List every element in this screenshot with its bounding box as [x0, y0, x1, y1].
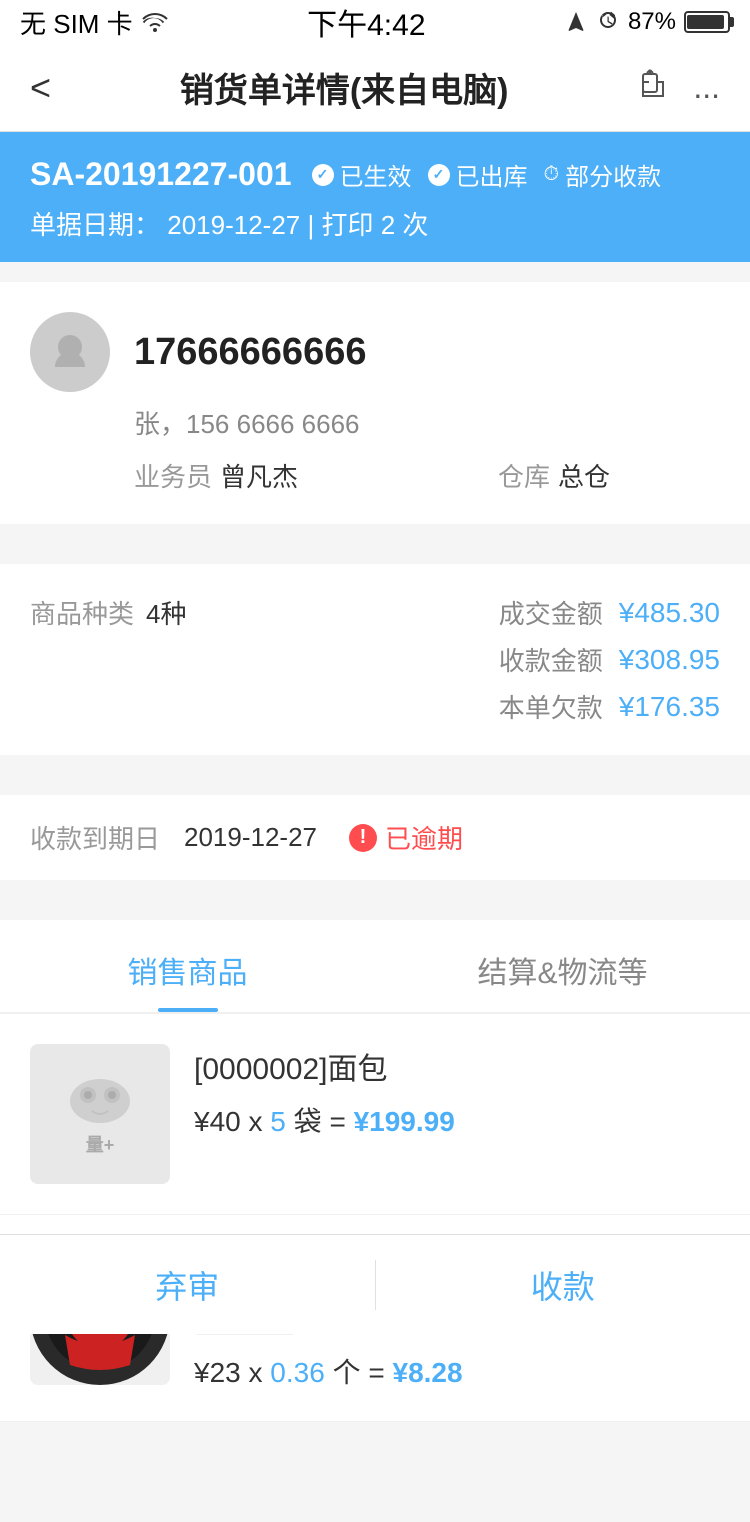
products-list: 量+ [0000002]面包 ¥40 x 5 袋 = ¥199.99 — [0, 1014, 750, 1422]
cancel-button[interactable]: 弃审 — [0, 1242, 375, 1328]
print-count: 2 — [381, 210, 395, 240]
due-date-value: 2019-12-27 — [184, 822, 317, 853]
category-value: 4种 — [146, 594, 186, 631]
product-price-row-2: ¥23 x 0.36 个 = ¥8.28 — [194, 1351, 720, 1391]
received-label: 收款金额 — [499, 641, 603, 678]
divider-3 — [0, 880, 750, 900]
amount-row: 成交金额 ¥485.30 — [499, 594, 720, 631]
due-label: 收款到期日 — [30, 819, 160, 856]
product-unit-2: 个 — [333, 1357, 361, 1388]
overdue-icon: ! — [349, 824, 377, 852]
product-total-1: ¥199.99 — [354, 1106, 455, 1137]
battery-icon — [684, 11, 730, 33]
check-icon-1 — [312, 164, 334, 186]
alarm-icon — [596, 10, 620, 34]
debt-value: ¥176.35 — [619, 691, 720, 723]
debt-label: 本单欠款 — [499, 688, 603, 725]
product-eq-2: = — [368, 1357, 392, 1388]
status-left: 无 SIM 卡 — [20, 4, 169, 41]
order-banner: SA-20191227-001 已生效 已出库 ⏱ 部分收款 单据日期： 201… — [0, 132, 750, 262]
amount-label: 成交金额 — [499, 594, 603, 631]
more-icon[interactable]: ... — [693, 69, 720, 106]
print-label: | 打印 — [307, 210, 373, 240]
product-qty-2: 0.36 — [270, 1357, 325, 1388]
sales-label: 业务员 — [134, 457, 212, 494]
carrier-text: 无 SIM 卡 — [20, 4, 133, 41]
tabs-header: 销售商品 结算&物流等 — [0, 920, 750, 1014]
product-info-1: [0000002]面包 ¥40 x 5 袋 = ¥199.99 — [194, 1044, 720, 1140]
divider-1 — [0, 524, 750, 544]
customer-section: 17666666666 张，156 6666 6666 业务员 曾凡杰 仓库 总… — [0, 282, 750, 524]
status-effective: 已生效 — [312, 157, 412, 192]
date-label: 单据日期： — [30, 210, 160, 240]
date-value: 2019-12-27 — [167, 210, 300, 240]
time-display: 下午4:42 — [307, 0, 425, 44]
clock-icon: ⏱ — [544, 163, 560, 186]
nav-bar: < 销货单详情(来自电脑) ... — [0, 44, 750, 132]
debt-row: 本单欠款 ¥176.35 — [499, 688, 720, 725]
category-info: 商品种类 4种 — [30, 594, 186, 631]
bottom-spacer — [0, 1422, 750, 1522]
status-bar: 无 SIM 卡 下午4:42 87% — [0, 0, 750, 44]
status-tags: 已生效 已出库 ⏱ 部分收款 — [312, 157, 662, 192]
battery-text: 87% — [628, 8, 676, 36]
wifi-icon — [141, 12, 169, 32]
product-qty-1: 5 — [270, 1106, 286, 1137]
product-price-1: ¥40 — [194, 1106, 241, 1137]
customer-avatar — [30, 312, 110, 392]
received-row: 收款金额 ¥308.95 — [499, 641, 720, 678]
tab-sales-products[interactable]: 销售商品 — [0, 920, 375, 1012]
order-date-row: 单据日期： 2019-12-27 | 打印 2 次 — [30, 205, 720, 242]
confirm-button[interactable]: 收款 — [376, 1242, 750, 1328]
share-icon[interactable] — [637, 68, 669, 108]
back-button[interactable]: < — [30, 67, 51, 109]
gps-icon — [564, 10, 588, 34]
summary-section: 商品种类 4种 成交金额 ¥485.30 收款金额 ¥308.95 本单欠款 ¥… — [0, 564, 750, 755]
tabs-section: 销售商品 结算&物流等 量+ [00 — [0, 920, 750, 1422]
product-price-row-1: ¥40 x 5 袋 = ¥199.99 — [194, 1100, 720, 1140]
nav-actions: ... — [637, 68, 720, 108]
product-price-2: ¥23 — [194, 1357, 241, 1388]
page-title: 销货单详情(来自电脑) — [180, 63, 509, 112]
amount-value: ¥485.30 — [619, 597, 720, 629]
product-x-2: x — [249, 1357, 271, 1388]
overdue-text: 已逾期 — [385, 819, 463, 856]
product-name-1: [0000002]面包 — [194, 1044, 720, 1088]
divider-2 — [0, 755, 750, 775]
overdue-badge: ! 已逾期 — [349, 819, 463, 856]
amount-info: 成交金额 ¥485.30 收款金额 ¥308.95 本单欠款 ¥176.35 — [499, 594, 720, 725]
customer-phone: 17666666666 — [134, 331, 366, 374]
status-right: 87% — [564, 8, 730, 36]
due-date-section: 收款到期日 2019-12-27 ! 已逾期 — [0, 795, 750, 880]
product-thumb-1: 量+ — [30, 1044, 170, 1184]
tab-settlement[interactable]: 结算&物流等 — [375, 920, 750, 1012]
product-eq-1: = — [329, 1106, 353, 1137]
category-label: 商品种类 — [30, 594, 134, 631]
product-total-2: ¥8.28 — [393, 1357, 463, 1388]
sales-value: 曾凡杰 — [220, 457, 298, 494]
warehouse-value: 总仓 — [558, 457, 610, 494]
customer-name-detail: 张，156 6666 6666 — [134, 404, 720, 441]
status-partial-payment: ⏱ 部分收款 — [544, 157, 662, 192]
order-id: SA-20191227-001 — [30, 156, 292, 193]
bottom-bar: 弃审 收款 — [0, 1234, 750, 1334]
product-item-1: 量+ [0000002]面包 ¥40 x 5 袋 = ¥199.99 — [0, 1014, 750, 1215]
received-value: ¥308.95 — [619, 644, 720, 676]
check-icon-2 — [428, 164, 450, 186]
print-suffix: 次 — [402, 210, 428, 240]
status-shipped: 已出库 — [428, 157, 528, 192]
warehouse-label: 仓库 — [498, 457, 550, 494]
product-x-1: x — [249, 1106, 271, 1137]
product-unit-1: 袋 — [294, 1106, 322, 1137]
customer-info-row: 业务员 曾凡杰 仓库 总仓 — [134, 457, 720, 494]
